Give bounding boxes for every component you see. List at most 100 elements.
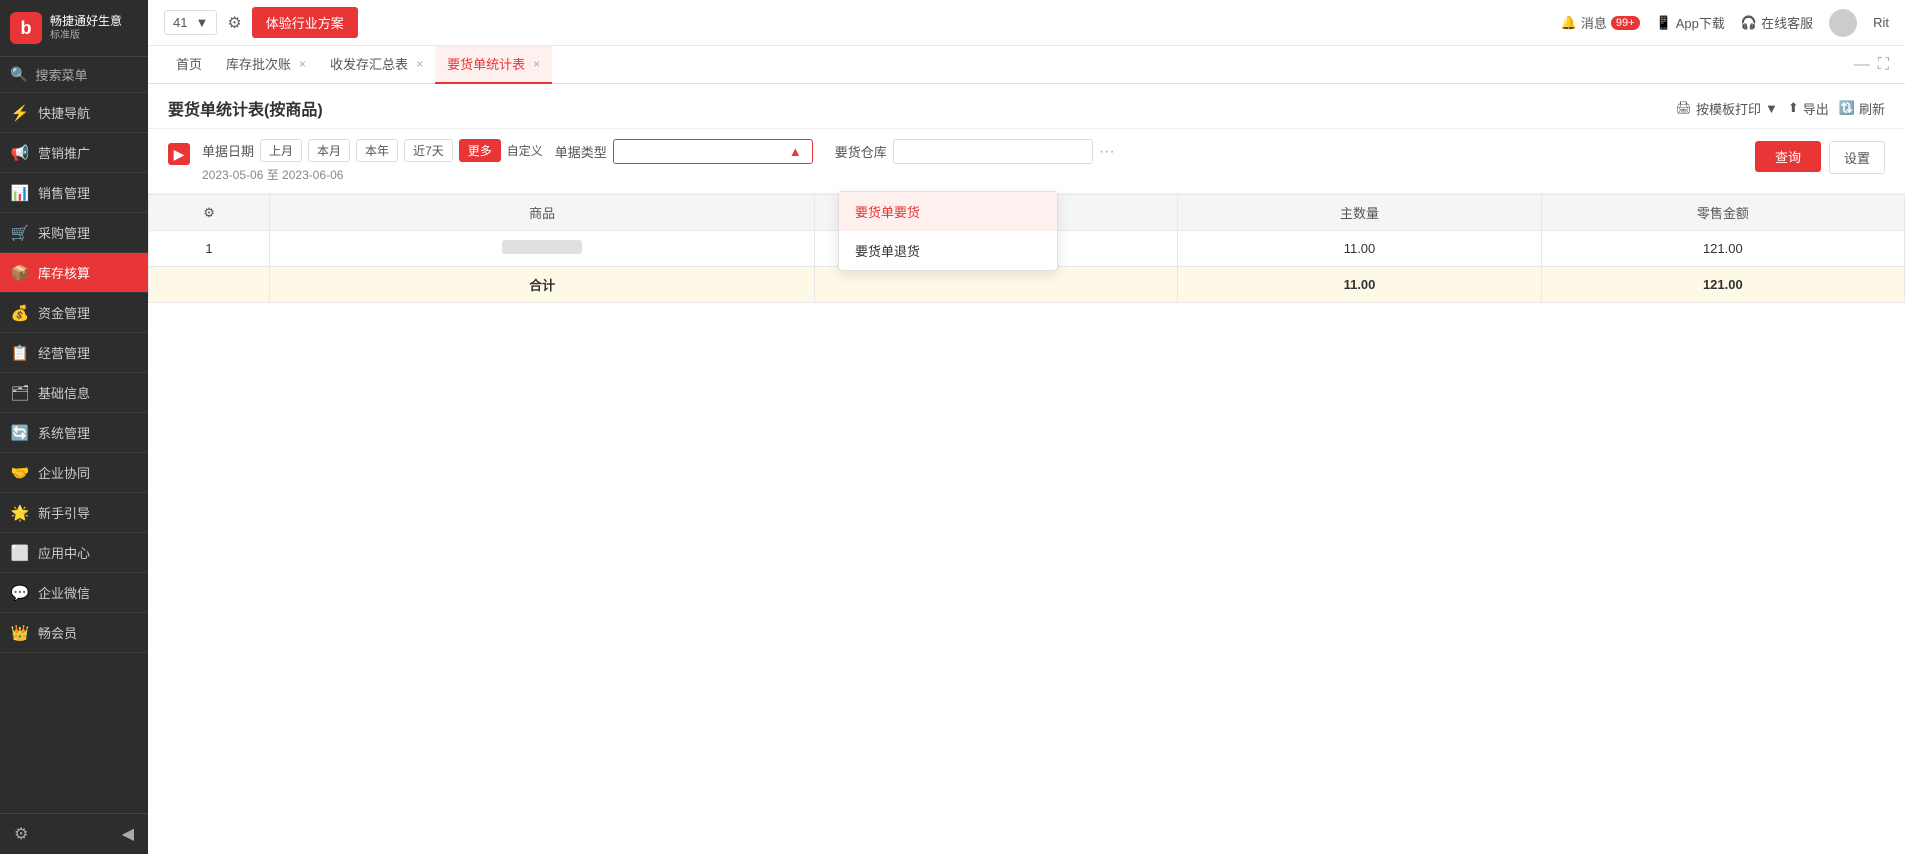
filter-bar: ▶ 单据日期 上月 本月 本年 近7天 更多 自定义 2023-05-0 <box>148 129 1905 194</box>
wechat-icon: 💬 <box>10 584 30 602</box>
date-shortcut-more[interactable]: 更多 <box>459 139 501 162</box>
online-service-item[interactable]: 🎧 在线客服 <box>1741 13 1813 32</box>
sidebar-item-system[interactable]: 🔄 系统管理 <box>0 413 148 453</box>
sidebar-item-wechat[interactable]: 💬 企业微信 <box>0 573 148 613</box>
print-template-button[interactable]: 🖨 按模板打印 ▼ <box>1675 99 1777 118</box>
filter-expand-button[interactable]: ▶ <box>168 143 190 165</box>
sidebar-footer: ⚙ ◀ <box>0 813 148 854</box>
type-label: 单据类型 <box>555 142 607 161</box>
row-no: 1 <box>149 231 270 267</box>
quick-nav-icon: ⚡ <box>10 104 30 122</box>
export-icon: ⬆ <box>1788 100 1799 116</box>
refresh-icon: 🔃 <box>1839 100 1855 116</box>
filter-date-row: 单据日期 上月 本月 本年 近7天 更多 自定义 <box>202 139 543 162</box>
settings-footer-icon[interactable]: ⚙ <box>14 824 28 844</box>
dropdown-option-1[interactable]: 要货单退货 <box>839 231 1057 270</box>
date-custom-label[interactable]: 自定义 <box>507 142 543 159</box>
footer-label: 合计 <box>270 267 815 303</box>
warehouse-input[interactable] <box>893 139 1093 164</box>
sidebar-item-inventory[interactable]: 📦 库存核算 <box>0 253 148 293</box>
store-selector[interactable]: 41 ▼ <box>164 10 217 35</box>
sidebar-item-marketing[interactable]: 📢 营销推广 <box>0 133 148 173</box>
footer-qty: 11.00 <box>1178 267 1541 303</box>
guide-icon: 🌟 <box>10 504 30 522</box>
sidebar-item-apps[interactable]: ⬜ 应用中心 <box>0 533 148 573</box>
chevron-down-icon: ▼ <box>195 15 208 30</box>
sidebar-item-quick-nav[interactable]: ⚡ 快捷导航 <box>0 93 148 133</box>
collapse-icon[interactable]: ◀ <box>122 824 134 844</box>
user-avatar[interactable] <box>1829 9 1857 37</box>
sidebar-item-sales[interactable]: 📊 销售管理 <box>0 173 148 213</box>
filter-warehouse-group: 要货仓库 ··· <box>835 139 1115 164</box>
app-download-item[interactable]: 📱 App下载 <box>1656 13 1725 32</box>
sidebar-menu: ⚡ 快捷导航 📢 营销推广 📊 销售管理 🛒 采购管理 📦 库存核算 💰 资金管… <box>0 93 148 813</box>
col-header-amount: 零售金额 <box>1541 195 1904 231</box>
tab-close-inventory-batch[interactable]: × <box>299 57 306 71</box>
sidebar-item-basic[interactable]: 🗂 基础信息 <box>0 373 148 413</box>
filter-more-icon[interactable]: ··· <box>1099 143 1115 161</box>
basic-icon: 🗂 <box>10 384 30 402</box>
marketing-icon: 📢 <box>10 144 30 162</box>
row-amount: 121.00 <box>1541 231 1904 267</box>
print-chevron-icon: ▼ <box>1765 101 1778 116</box>
footer-amount: 121.00 <box>1541 267 1904 303</box>
tab-receivable-summary[interactable]: 收发存汇总表 × <box>318 46 435 84</box>
tab-close-receivable-summary[interactable]: × <box>416 57 423 71</box>
purchase-icon: 🛒 <box>10 224 30 242</box>
search-icon: 🔍 <box>10 66 27 83</box>
sidebar: b 畅捷通好生意 标准版 🔍 搜索菜单 ⚡ 快捷导航 📢 营销推广 📊 销售管理… <box>0 0 148 854</box>
refresh-button[interactable]: 🔃 刷新 <box>1839 99 1885 118</box>
notification-badge: 99+ <box>1611 16 1640 30</box>
product-placeholder <box>502 240 582 254</box>
warehouse-label: 要货仓库 <box>835 142 887 161</box>
notifications-item[interactable]: 🔔 消息 99+ <box>1561 13 1640 32</box>
date-shortcut-this-year[interactable]: 本年 <box>356 139 398 162</box>
trial-button[interactable]: 体验行业方案 <box>252 7 358 38</box>
main-area: 41 ▼ ⚙ 体验行业方案 🔔 消息 99+ 📱 App下载 🎧 在线客服 Ri… <box>148 0 1905 854</box>
topbar-left: 41 ▼ ⚙ 体验行业方案 <box>164 7 358 38</box>
sidebar-item-member[interactable]: 👑 畅会员 <box>0 613 148 653</box>
footer-empty-1 <box>149 267 270 303</box>
filter-type-select-container: ▲ <box>613 139 813 164</box>
bell-icon: 🔔 <box>1561 15 1577 31</box>
dropdown-option-0[interactable]: 要货单要货 <box>839 192 1057 231</box>
query-button[interactable]: 查询 <box>1755 141 1821 172</box>
export-button[interactable]: ⬆ 导出 <box>1788 99 1829 118</box>
sidebar-item-corp[interactable]: 🤝 企业协同 <box>0 453 148 493</box>
date-shortcut-7days[interactable]: 近7天 <box>404 139 453 162</box>
col-header-qty: 主数量 <box>1178 195 1541 231</box>
sidebar-item-purchase[interactable]: 🛒 采购管理 <box>0 213 148 253</box>
col-header-settings[interactable]: ⚙ <box>149 195 270 231</box>
sidebar-search[interactable]: 🔍 搜索菜单 <box>0 57 148 93</box>
footer-empty-2 <box>815 267 1178 303</box>
tab-inventory-batch[interactable]: 库存批次账 × <box>214 46 318 84</box>
phone-icon: 📱 <box>1656 15 1672 31</box>
date-shortcut-this-month[interactable]: 本月 <box>308 139 350 162</box>
tab-requisition-stats[interactable]: 要货单统计表 × <box>435 46 552 84</box>
topbar: 41 ▼ ⚙ 体验行业方案 🔔 消息 99+ 📱 App下载 🎧 在线客服 Ri… <box>148 0 1905 46</box>
filter-type-select[interactable]: ▲ <box>613 139 813 164</box>
tab-bar: 首页 库存批次账 × 收发存汇总表 × 要货单统计表 × — ⛶ <box>148 46 1905 84</box>
date-shortcut-last-month[interactable]: 上月 <box>260 139 302 162</box>
sales-icon: 📊 <box>10 184 30 202</box>
type-chevron-up-icon: ▲ <box>789 144 802 159</box>
corp-icon: 🤝 <box>10 464 30 482</box>
sidebar-logo: b 畅捷通好生意 标准版 <box>0 0 148 57</box>
app-logo-icon: b <box>10 12 42 44</box>
user-name: Rit <box>1873 15 1889 30</box>
filter-settings-button[interactable]: 设置 <box>1829 141 1885 174</box>
date-range-display: 2023-05-06 至 2023-06-06 <box>202 166 543 183</box>
headset-icon: 🎧 <box>1741 15 1757 31</box>
sidebar-item-guide[interactable]: 🌟 新手引导 <box>0 493 148 533</box>
printer-icon: 🖨 <box>1675 100 1692 116</box>
sidebar-item-finance[interactable]: 💰 资金管理 <box>0 293 148 333</box>
sidebar-item-operation[interactable]: 📋 经营管理 <box>0 333 148 373</box>
row-qty: 11.00 <box>1178 231 1541 267</box>
filter-actions: 查询 设置 <box>1755 139 1885 174</box>
topbar-gear-icon[interactable]: ⚙ <box>227 13 241 33</box>
page-header-actions: 🖨 按模板打印 ▼ ⬆ 导出 🔃 刷新 <box>1675 99 1885 118</box>
minimize-window-icon[interactable]: — <box>1854 56 1870 74</box>
tab-close-requisition-stats[interactable]: × <box>533 57 540 71</box>
maximize-window-icon[interactable]: ⛶ <box>1878 56 1889 74</box>
tab-home[interactable]: 首页 <box>164 46 214 84</box>
